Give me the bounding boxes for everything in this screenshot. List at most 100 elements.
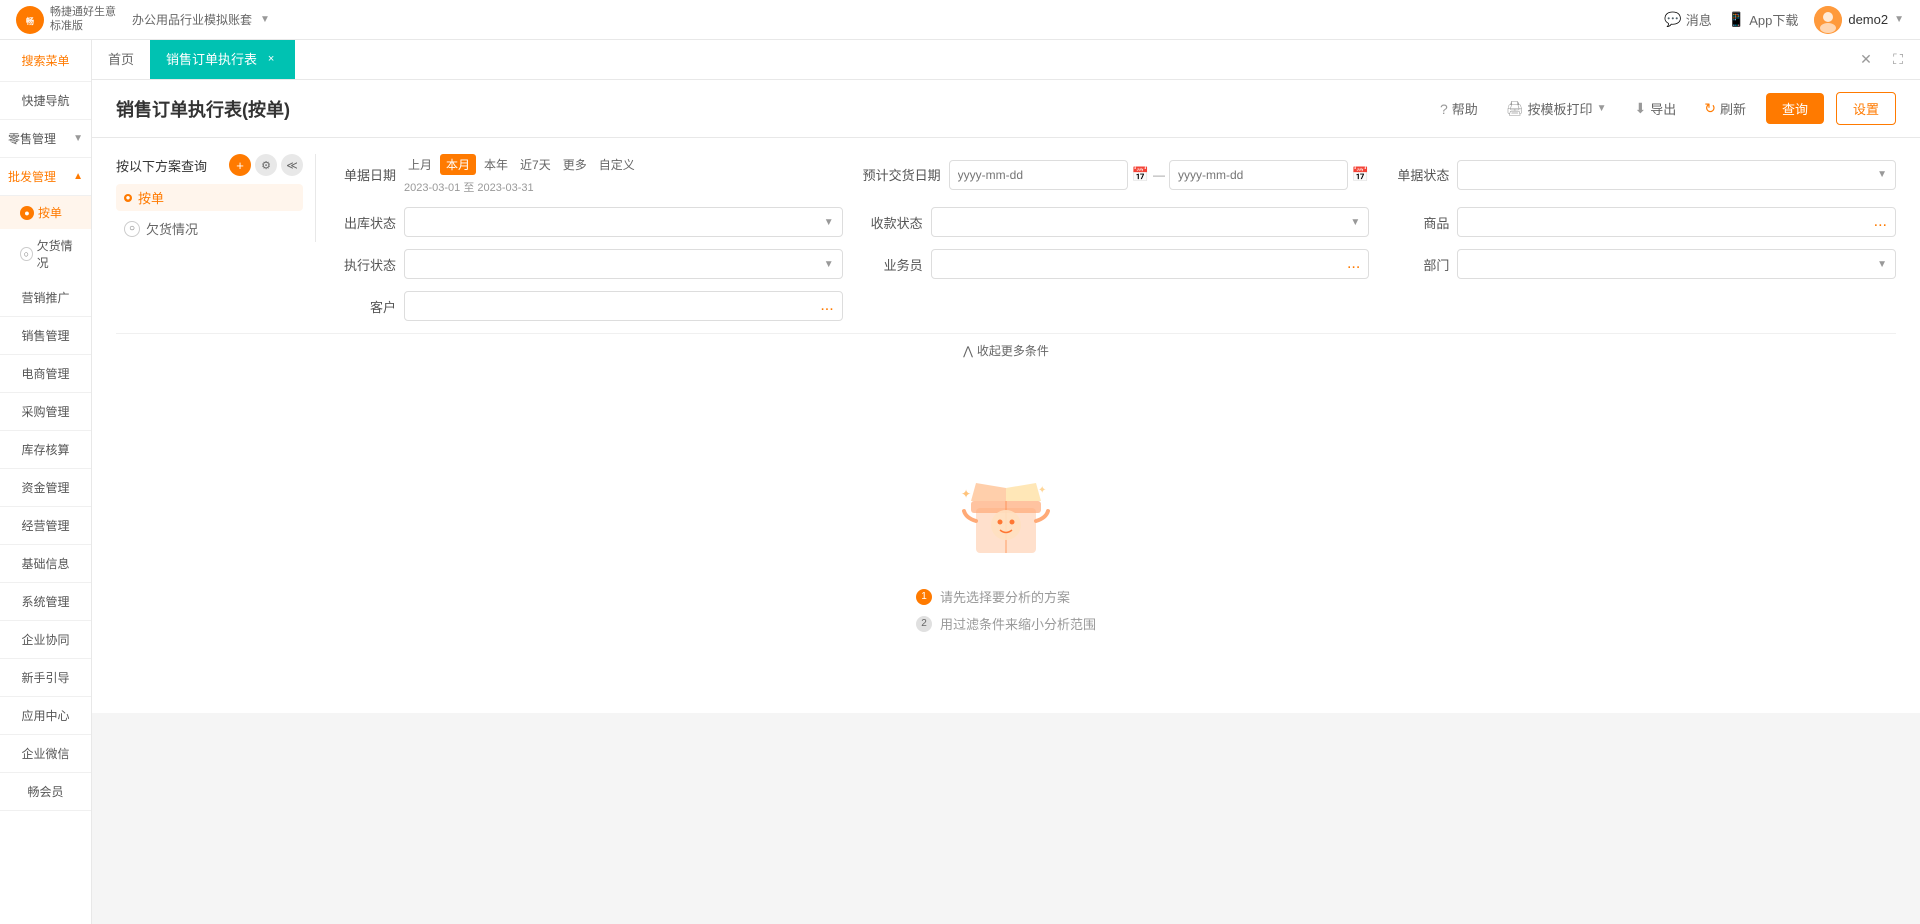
user-profile[interactable]: demo2 ▼ — [1814, 6, 1904, 34]
filter-customer: 客户 ... — [336, 291, 843, 321]
plan-item-debt[interactable]: ○ 欠货情况 — [116, 215, 303, 242]
sidebar-item-ecommerce[interactable]: 电商管理 — [0, 355, 91, 393]
customer-dots-icon[interactable]: ... — [820, 297, 833, 315]
breadcrumb-expand-icon[interactable]: ▼ — [260, 14, 270, 25]
filter-left-header: 按以下方案查询 + ⚙ ≪ — [116, 154, 303, 176]
salesperson-input[interactable]: ... — [931, 249, 1370, 279]
refresh-btn[interactable]: ↻ 刷新 — [1696, 95, 1754, 122]
sidebar-sub-item-by-order[interactable]: ● 按单 — [0, 196, 91, 229]
plan-settings-btn[interactable]: ⚙ — [255, 154, 277, 176]
filter-doc-date: 单据日期 上月 本月 本年 近7天 更多 自定义 — [336, 154, 843, 195]
calendar-icon-end[interactable]: 📅 — [1352, 166, 1369, 183]
header-right: 💬 消息 📱 App下载 demo2 ▼ — [1664, 6, 1904, 34]
logo-icon: 畅 — [16, 6, 44, 34]
left-collapse-btn[interactable]: ≪ — [281, 154, 303, 176]
out-status-select[interactable]: ▼ — [404, 207, 843, 237]
sidebar-item-basic-info[interactable]: 基础信息 — [0, 545, 91, 583]
filter-left-section: 按以下方案查询 + ⚙ ≪ — [116, 154, 316, 242]
sidebar-item-stock[interactable]: 库存核算 — [0, 431, 91, 469]
filter-exec-status: 执行状态 ▼ — [336, 249, 843, 279]
sidebar-item-purchase[interactable]: 采购管理 — [0, 393, 91, 431]
tab-home[interactable]: 首页 — [92, 40, 150, 79]
empty-tips: 1 请先选择要分析的方案 2 用过滤条件来缩小分析范围 — [916, 587, 1096, 633]
sidebar-item-tutorial[interactable]: 新手引导 — [0, 659, 91, 697]
expected-date-end-input[interactable] — [1169, 160, 1348, 190]
tab-bar: 首页 销售订单执行表 × ✕ ⛶ — [92, 40, 1920, 80]
app-download-btn[interactable]: 📱 App下载 — [1728, 10, 1799, 29]
sidebar-item-sales-mgmt[interactable]: 销售管理 — [0, 317, 91, 355]
settings-btn[interactable]: 设置 — [1836, 92, 1896, 125]
sidebar: 搜索菜单 快捷导航 零售管理 ▼ 批发管理 ▲ ● 按单 ○ 欠货情况 营销推广… — [0, 40, 92, 924]
export-btn[interactable]: ⬇ 导出 — [1626, 95, 1684, 122]
sidebar-item-marketing[interactable]: 营销推广 — [0, 279, 91, 317]
sidebar-item-app-center[interactable]: 应用中心 — [0, 697, 91, 735]
exec-status-select[interactable]: ▼ — [404, 249, 843, 279]
print-dropdown-icon: ▼ — [1597, 103, 1607, 114]
collapse-bar[interactable]: ⋀ 收起更多条件 — [116, 333, 1896, 367]
receipt-status-dropdown-icon: ▼ — [1350, 217, 1360, 228]
goods-dots-icon[interactable]: ... — [1874, 213, 1887, 231]
page-header-actions: ? 帮助 🖨 按模板打印 ▼ ⬇ 导出 ↻ 刷新 — [1432, 92, 1896, 137]
sidebar-item-member[interactable]: 畅会员 — [0, 773, 91, 811]
doc-status-dropdown-icon: ▼ — [1877, 169, 1887, 180]
filter-goods: 商品 ... — [1389, 207, 1896, 237]
sidebar-item-system[interactable]: 系统管理 — [0, 583, 91, 621]
svg-text:✦: ✦ — [961, 487, 971, 501]
user-name: demo2 — [1848, 12, 1888, 27]
date-tab-this-year[interactable]: 本年 — [480, 154, 512, 175]
sidebar-item-wholesale[interactable]: 批发管理 ▲ — [0, 158, 91, 196]
sidebar-item-wechat[interactable]: 企业微信 — [0, 735, 91, 773]
plan-settings-icon: ⚙ — [261, 159, 271, 172]
print-icon: 🖨 — [1506, 100, 1524, 117]
date-tab-last-month[interactable]: 上月 — [404, 154, 436, 175]
plan-item-by-order[interactable]: ● 按单 — [116, 184, 303, 211]
sidebar-item-finance[interactable]: 资金管理 — [0, 469, 91, 507]
top-header: 畅 畅捷通好生意 标准版 办公用品行业模拟账套 ▼ 💬 消息 📱 App下载 — [0, 0, 1920, 40]
collapse-icon: ⋀ — [963, 344, 973, 358]
query-btn[interactable]: 查询 — [1766, 93, 1824, 124]
customer-input[interactable]: ... — [404, 291, 843, 321]
sidebar-sub-item-debt[interactable]: ○ 欠货情况 — [0, 229, 91, 279]
empty-illustration: ✦ ✦ — [956, 463, 1056, 563]
date-tab-custom[interactable]: 自定义 — [595, 154, 639, 175]
left-icons: + ⚙ ≪ — [229, 154, 303, 176]
debt-item-icon: ○ — [124, 221, 140, 237]
sidebar-item-search-menu[interactable]: 搜索菜单 — [0, 40, 91, 82]
tip-num-2: 2 — [916, 616, 932, 632]
calendar-icon-start[interactable]: 📅 — [1132, 166, 1149, 183]
tab-sales-order[interactable]: 销售订单执行表 × — [150, 40, 295, 79]
header-left: 畅 畅捷通好生意 标准版 办公用品行业模拟账套 ▼ — [16, 6, 270, 34]
tab-minimize-icon[interactable]: ✕ — [1856, 50, 1876, 70]
department-select[interactable]: ▼ — [1457, 249, 1896, 279]
by-order-icon: ● — [20, 206, 34, 220]
add-plan-btn[interactable]: + — [229, 154, 251, 176]
salesperson-dots-icon[interactable]: ... — [1347, 255, 1360, 273]
tab-close-icon[interactable]: × — [263, 51, 279, 67]
receipt-status-select[interactable]: ▼ — [931, 207, 1370, 237]
filter-salesperson: 业务员 ... — [863, 249, 1370, 279]
filter-row-main: 按以下方案查询 + ⚙ ≪ — [116, 154, 1896, 321]
date-tab-more[interactable]: 更多 — [559, 154, 591, 175]
date-separator: — — [1153, 168, 1165, 182]
expected-date-start-input[interactable] — [949, 160, 1128, 190]
help-btn[interactable]: ? 帮助 — [1432, 95, 1486, 122]
department-dropdown-icon: ▼ — [1877, 259, 1887, 270]
date-tab-7days[interactable]: 近7天 — [516, 154, 555, 175]
out-status-dropdown-icon: ▼ — [824, 217, 834, 228]
template-print-btn[interactable]: 🖨 按模板打印 ▼ — [1498, 95, 1615, 122]
sidebar-item-quick-nav[interactable]: 快捷导航 — [0, 82, 91, 120]
message-icon: 💬 — [1664, 11, 1681, 28]
sidebar-item-enterprise[interactable]: 企业协同 — [0, 621, 91, 659]
sidebar-item-business-mgmt[interactable]: 经营管理 — [0, 507, 91, 545]
wholesale-collapse-icon: ▲ — [73, 171, 83, 182]
filter-expected-date: 预计交货日期 📅 — 📅 — [863, 154, 1370, 195]
goods-input[interactable]: ... — [1457, 207, 1896, 237]
sidebar-item-retail[interactable]: 零售管理 ▼ — [0, 120, 91, 158]
tab-expand-icon[interactable]: ⛶ — [1888, 50, 1908, 70]
date-tabs: 上月 本月 本年 近7天 更多 自定义 — [404, 154, 843, 175]
export-icon: ⬇ — [1634, 100, 1646, 117]
date-tab-this-month[interactable]: 本月 — [440, 154, 476, 175]
message-btn[interactable]: 💬 消息 — [1664, 10, 1711, 29]
refresh-icon: ↻ — [1704, 100, 1716, 117]
doc-status-select[interactable]: ▼ — [1457, 160, 1896, 190]
